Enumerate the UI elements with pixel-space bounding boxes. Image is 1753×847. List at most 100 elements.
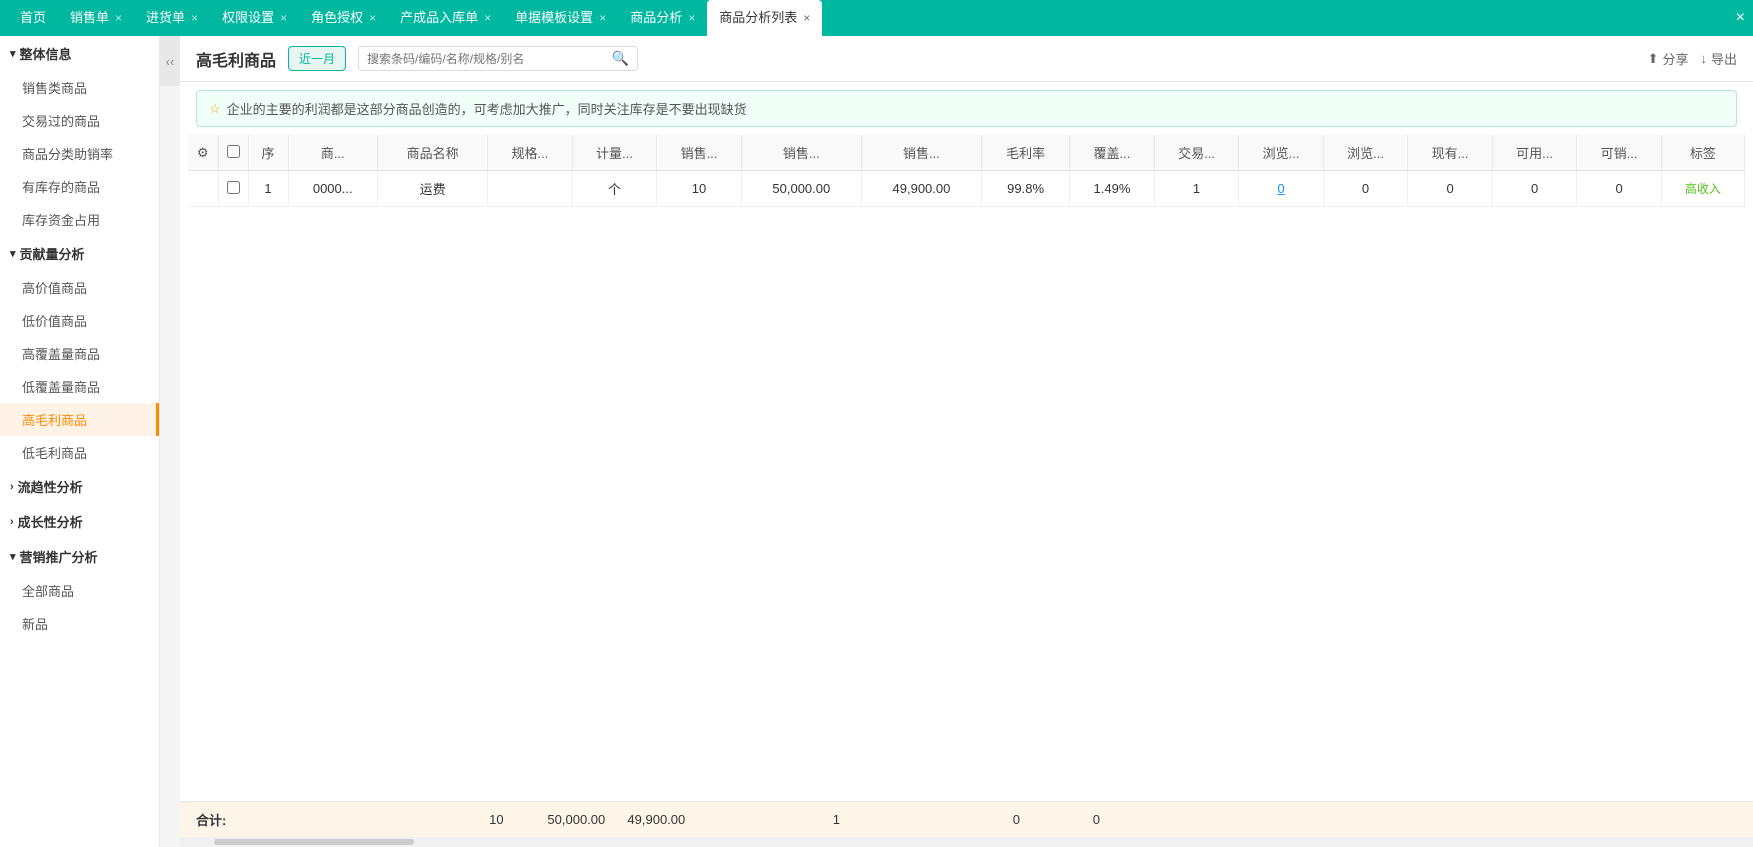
table-header-row: ⚙ 序 商... 商品名称 规格... 计量... 销售... 销售... 销售… xyxy=(188,135,1745,171)
sidebar-item-high-margin[interactable]: 高毛利商品 xyxy=(0,403,159,436)
sidebar-item-stocked-goods[interactable]: 有库存的商品 xyxy=(0,170,159,203)
nav-purchase-close[interactable]: × xyxy=(191,0,198,36)
row-checkbox[interactable] xyxy=(227,181,240,194)
share-icon: ⬆ xyxy=(1648,51,1659,67)
col-browse1[interactable]: 浏览... xyxy=(1239,135,1324,171)
scroll-thumb[interactable] xyxy=(214,839,414,845)
sidebar-group-growth[interactable]: › 成长性分析 xyxy=(0,504,159,539)
search-input[interactable] xyxy=(367,52,612,66)
sidebar-item-low-value[interactable]: 低价值商品 xyxy=(0,304,159,337)
arrow-marketing: ▾ xyxy=(10,550,16,563)
sidebar-item-sales-goods[interactable]: 销售类商品 xyxy=(0,71,159,104)
cell-browse1[interactable]: 0 xyxy=(1239,171,1324,207)
sidebar-group-trend[interactable]: › 流趋性分析 xyxy=(0,469,159,504)
table-row: 1 0000... 运费 个 10 50,000.00 49,900.00 99… xyxy=(188,171,1745,207)
nav-product-analysis[interactable]: 商品分析 × xyxy=(618,0,707,36)
sidebar-item-category-rate[interactable]: 商品分类助销率 xyxy=(0,137,159,170)
col-coverage[interactable]: 覆盖... xyxy=(1070,135,1155,171)
cell-index: 1 xyxy=(248,171,288,207)
sidebar-item-high-coverage[interactable]: 高覆盖量商品 xyxy=(0,337,159,370)
header-actions: ⬆ 分享 ↓ 导出 xyxy=(1648,49,1737,68)
col-current[interactable]: 现有... xyxy=(1408,135,1493,171)
sidebar-item-all-goods[interactable]: 全部商品 xyxy=(0,574,159,607)
arrow-overview: ▾ xyxy=(10,47,16,60)
arrow-trend: › xyxy=(10,481,14,493)
nav-purchase[interactable]: 进货单 × xyxy=(134,0,210,36)
select-all-checkbox[interactable] xyxy=(227,145,240,158)
cell-checkbox[interactable] xyxy=(218,171,248,207)
cell-available: 0 xyxy=(1492,171,1577,207)
nav-product-analysis-list-close[interactable]: × xyxy=(803,0,810,36)
cell-code: 0000... xyxy=(288,171,377,207)
col-browse2[interactable]: 浏览... xyxy=(1323,135,1408,171)
nav-permission-close[interactable]: × xyxy=(280,0,287,36)
horizontal-scrollbar[interactable] xyxy=(180,837,1753,847)
arrow-growth: › xyxy=(10,516,14,528)
footer-trade-count: 1 xyxy=(806,812,866,827)
col-settings[interactable]: ⚙ xyxy=(188,135,218,171)
col-unit[interactable]: 计量... xyxy=(572,135,657,171)
sidebar-group-contribution[interactable]: ▾ 贡献量分析 xyxy=(0,236,159,271)
sidebar-group-marketing[interactable]: ▾ 营销推广分析 xyxy=(0,539,159,574)
nav-product-inbound[interactable]: 产成品入库单 × xyxy=(388,0,503,36)
tag-label: 高收入 xyxy=(1685,182,1721,196)
col-tag[interactable]: 标签 xyxy=(1661,135,1744,171)
page-title: 高毛利商品 xyxy=(196,47,276,71)
col-name[interactable]: 商品名称 xyxy=(377,135,487,171)
col-checkbox[interactable] xyxy=(218,135,248,171)
nav-sales[interactable]: 销售单 × xyxy=(58,0,134,36)
info-banner: ☆ 企业的主要的利润都是这部分商品创造的，可考虑加大推广，同时关注库存是不要出现… xyxy=(196,90,1737,127)
search-icon[interactable]: 🔍 xyxy=(612,50,629,67)
col-trade-count[interactable]: 交易... xyxy=(1154,135,1239,171)
cell-saleable: 0 xyxy=(1577,171,1662,207)
col-saleable[interactable]: 可销... xyxy=(1577,135,1662,171)
arrow-contribution: ▾ xyxy=(10,247,16,260)
col-sale-amount[interactable]: 销售... xyxy=(741,135,861,171)
nav-role[interactable]: 角色授权 × xyxy=(299,0,388,36)
col-index[interactable]: 序 xyxy=(248,135,288,171)
sidebar-group-overview[interactable]: ▾ 整体信息 xyxy=(0,36,159,71)
nav-product-analysis-close[interactable]: × xyxy=(688,0,695,36)
close-all-button[interactable]: × xyxy=(1736,9,1745,27)
cell-name: 运费 xyxy=(377,171,487,207)
cell-browse2: 0 xyxy=(1323,171,1408,207)
nav-home[interactable]: 首页 xyxy=(8,0,58,36)
cell-sale-profit: 49,900.00 xyxy=(861,171,981,207)
footer-sale-amount: 50,000.00 xyxy=(546,812,606,827)
sidebar-item-high-value[interactable]: 高价值商品 xyxy=(0,271,159,304)
content-header: 高毛利商品 近一月 🔍 ⬆ 分享 ↓ 导出 xyxy=(180,36,1753,82)
nav-product-inbound-close[interactable]: × xyxy=(484,0,491,36)
table-wrap[interactable]: ⚙ 序 商... 商品名称 规格... 计量... 销售... 销售... 销售… xyxy=(188,135,1745,801)
footer-bar: 合计: 10 50,000.00 49,900.00 1 0 0 xyxy=(180,801,1753,837)
col-spec[interactable]: 规格... xyxy=(488,135,573,171)
cell-sale-qty: 10 xyxy=(657,171,742,207)
info-icon: ☆ xyxy=(209,101,221,117)
sidebar-item-low-margin[interactable]: 低毛利商品 xyxy=(0,436,159,469)
filter-recent-month-button[interactable]: 近一月 xyxy=(288,46,346,71)
search-box: 🔍 xyxy=(358,46,638,71)
footer-available: 0 xyxy=(1066,812,1126,827)
sidebar-item-traded-goods[interactable]: 交易过的商品 xyxy=(0,104,159,137)
col-available[interactable]: 可用... xyxy=(1492,135,1577,171)
col-sale-profit[interactable]: 销售... xyxy=(861,135,981,171)
chevron-left-icon: ‹‹ xyxy=(166,54,175,69)
nav-sales-close[interactable]: × xyxy=(115,0,122,36)
share-button[interactable]: ⬆ 分享 xyxy=(1648,49,1689,68)
sidebar-item-new-goods[interactable]: 新品 xyxy=(0,607,159,640)
nav-permission[interactable]: 权限设置 × xyxy=(210,0,299,36)
col-code[interactable]: 商... xyxy=(288,135,377,171)
browse1-link[interactable]: 0 xyxy=(1277,181,1284,196)
footer-total-label: 合计: xyxy=(196,810,226,829)
cell-coverage: 1.49% xyxy=(1070,171,1155,207)
sidebar-collapse-button[interactable]: ‹‹ xyxy=(160,36,180,86)
col-sale-qty[interactable]: 销售... xyxy=(657,135,742,171)
nav-template-close[interactable]: × xyxy=(599,0,606,36)
nav-product-analysis-list[interactable]: 商品分析列表 × xyxy=(707,0,822,36)
cell-current: 0 xyxy=(1408,171,1493,207)
sidebar-item-stock-fund[interactable]: 库存资金占用 xyxy=(0,203,159,236)
nav-role-close[interactable]: × xyxy=(369,0,376,36)
nav-template[interactable]: 单据模板设置 × xyxy=(503,0,618,36)
export-button[interactable]: ↓ 导出 xyxy=(1700,49,1737,68)
sidebar-item-low-coverage[interactable]: 低覆盖量商品 xyxy=(0,370,159,403)
col-gross-rate[interactable]: 毛利率 xyxy=(982,135,1070,171)
